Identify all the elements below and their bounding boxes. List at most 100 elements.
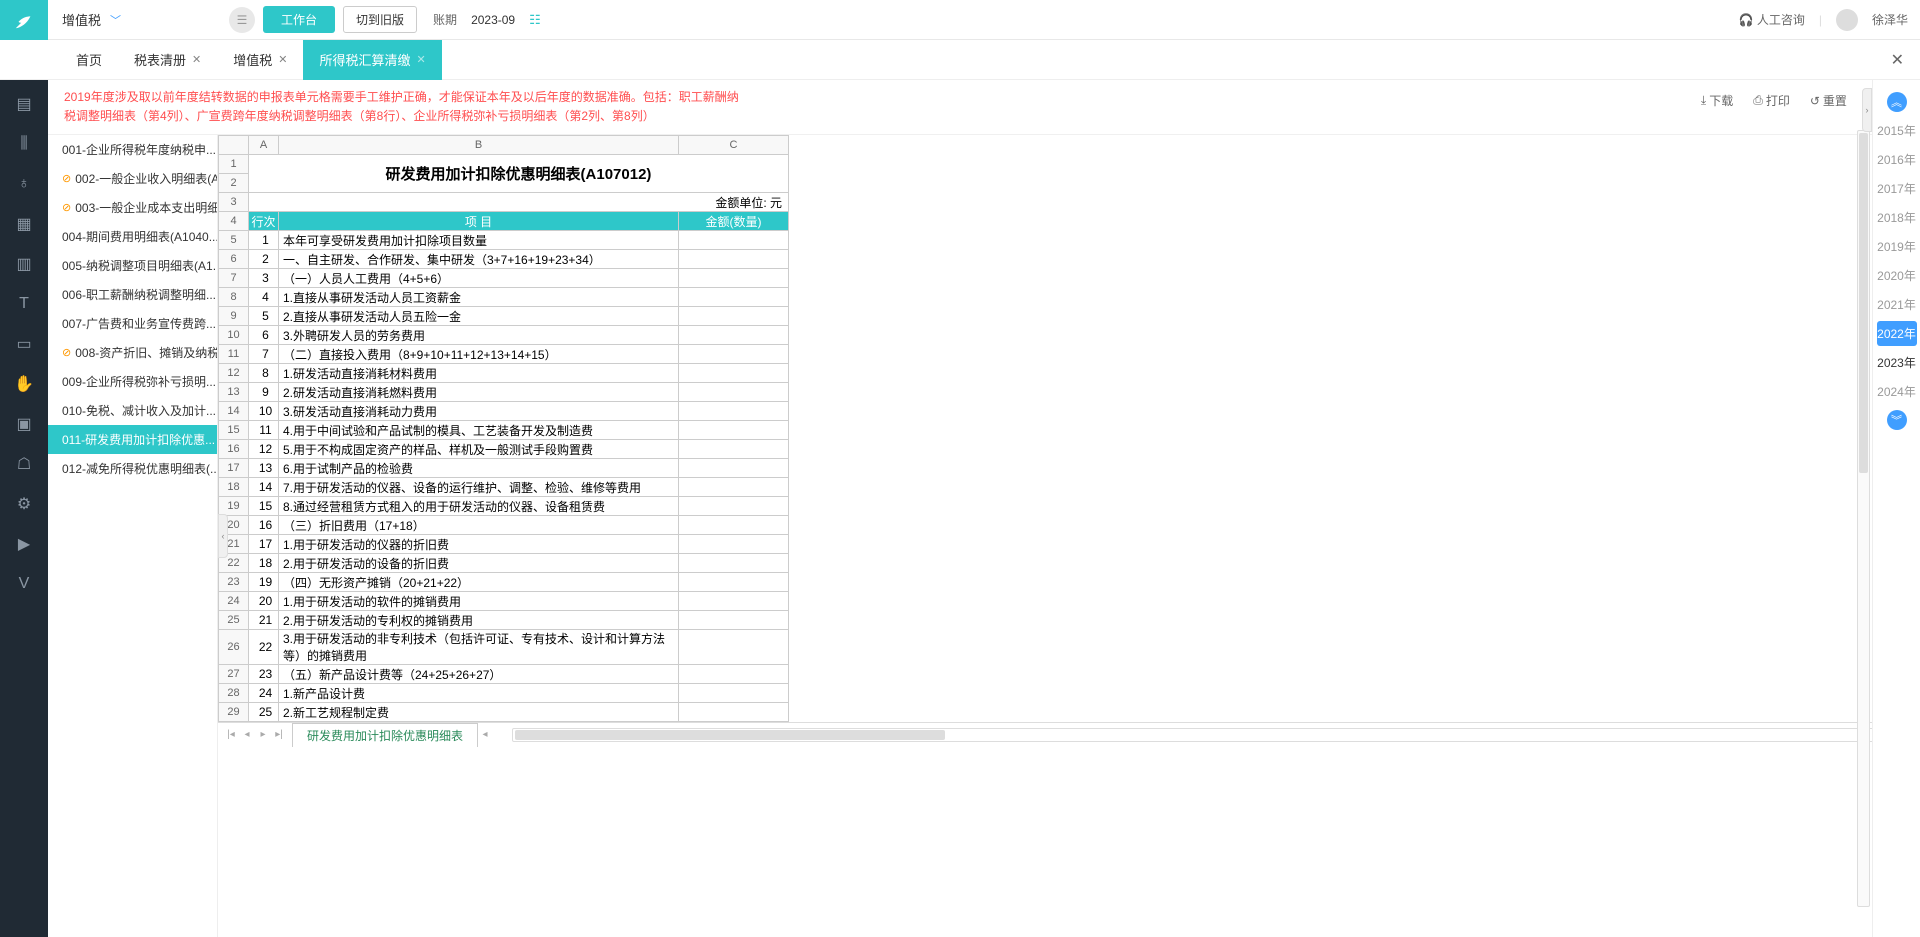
item-cell[interactable]: 1.用于研发活动的软件的摊销费用 (279, 592, 679, 611)
next-sheet-icon[interactable]: ▸ (256, 729, 270, 740)
scroll-up-icon[interactable]: ︽ (1887, 92, 1907, 112)
item-cell[interactable]: 2.直接从事研发活动人员五险一金 (279, 307, 679, 326)
text-icon[interactable]: T (14, 294, 34, 314)
amount-cell[interactable] (679, 703, 789, 722)
last-sheet-icon[interactable]: ▸| (272, 729, 286, 740)
amount-cell[interactable] (679, 516, 789, 535)
amount-cell[interactable] (679, 497, 789, 516)
first-sheet-icon[interactable]: |◂ (224, 729, 238, 740)
tree-item[interactable]: 011-研发费用加计扣除优惠... (48, 425, 217, 454)
consult-link[interactable]: 🎧 人工咨询 (1739, 11, 1805, 28)
tab-vat[interactable]: 增值税✕ (217, 40, 303, 80)
amount-cell[interactable] (679, 592, 789, 611)
row-num-cell[interactable]: 23 (249, 665, 279, 684)
spreadsheet[interactable]: ABC 1研发费用加计扣除优惠明细表(A107012) 2 3金额单位: 元 4… (218, 135, 1920, 937)
amount-cell[interactable] (679, 364, 789, 383)
amount-cell[interactable] (679, 250, 789, 269)
tab-home[interactable]: 首页 (60, 40, 118, 80)
item-cell[interactable]: 2.研发活动直接消耗燃料费用 (279, 383, 679, 402)
year-button[interactable]: 2019年 (1877, 234, 1917, 259)
close-icon[interactable]: ✕ (192, 53, 201, 66)
amount-cell[interactable] (679, 288, 789, 307)
year-button[interactable]: 2024年 (1877, 379, 1917, 404)
inbox-icon[interactable]: ☖ (14, 454, 34, 474)
amount-cell[interactable] (679, 383, 789, 402)
amount-cell[interactable] (679, 269, 789, 288)
form-tree-list[interactable]: 001-企业所得税年度纳税申...⊘002-一般企业收入明细表(A...⊘003… (48, 135, 218, 937)
amount-cell[interactable] (679, 684, 789, 703)
col-b-header[interactable]: B (279, 136, 679, 155)
row-num-cell[interactable]: 8 (249, 364, 279, 383)
row-num-cell[interactable]: 16 (249, 516, 279, 535)
doc-icon[interactable]: ▤ (14, 94, 34, 114)
expand-right-handle[interactable]: › (1862, 88, 1872, 132)
video-icon[interactable]: ▶ (14, 534, 34, 554)
switch-old-button[interactable]: 切到旧版 (343, 6, 417, 33)
year-button[interactable]: 2016年 (1877, 147, 1917, 172)
amount-cell[interactable] (679, 459, 789, 478)
tab-income-tax[interactable]: 所得税汇算清缴✕ (303, 40, 441, 80)
item-cell[interactable]: （三）折旧费用（17+18） (279, 516, 679, 535)
row-num-cell[interactable]: 19 (249, 573, 279, 592)
item-cell[interactable]: 3.研发活动直接消耗动力费用 (279, 402, 679, 421)
active-sheet-tab[interactable]: 研发费用加计扣除优惠明细表 (292, 723, 478, 747)
amount-cell[interactable] (679, 535, 789, 554)
row-num-cell[interactable]: 11 (249, 421, 279, 440)
tree-item[interactable]: 005-纳税调整项目明细表(A1... (48, 251, 217, 280)
item-cell[interactable]: 2.新工艺规程制定费 (279, 703, 679, 722)
item-cell[interactable]: 一、自主研发、合作研发、集中研发（3+7+16+19+23+34） (279, 250, 679, 269)
print-button[interactable]: ⎙ 打印 (1753, 92, 1790, 109)
year-button[interactable]: 2017年 (1877, 176, 1917, 201)
vertical-scrollbar[interactable] (1857, 130, 1870, 907)
item-cell[interactable]: 5.用于不构成固定资产的样品、样机及一般测试手段购置费 (279, 440, 679, 459)
username[interactable]: 徐泽华 (1872, 11, 1908, 28)
tax-type-dropdown[interactable]: 增值税 ﹀ (62, 10, 101, 29)
year-button[interactable]: 2023年 (1877, 350, 1917, 375)
item-cell[interactable]: 6.用于试制产品的检验费 (279, 459, 679, 478)
reset-button[interactable]: ↺ 重置 (1810, 92, 1847, 109)
tab-tax-list[interactable]: 税表清册✕ (118, 40, 217, 80)
tree-item[interactable]: 004-期间费用明细表(A1040... (48, 222, 217, 251)
tree-item[interactable]: 006-职工薪酬纳税调整明细... (48, 280, 217, 309)
year-button[interactable]: 2020年 (1877, 263, 1917, 288)
row-num-cell[interactable]: 7 (249, 345, 279, 364)
col-a-header[interactable]: A (249, 136, 279, 155)
row-num-cell[interactable]: 21 (249, 611, 279, 630)
col-c-header[interactable]: C (679, 136, 789, 155)
amount-cell[interactable] (679, 440, 789, 459)
item-cell[interactable]: （五）新产品设计费等（24+25+26+27） (279, 665, 679, 684)
item-cell[interactable]: 7.用于研发活动的仪器、设备的运行维护、调整、检验、维修等费用 (279, 478, 679, 497)
row-num-cell[interactable]: 3 (249, 269, 279, 288)
row-num-cell[interactable]: 15 (249, 497, 279, 516)
collapse-handle[interactable]: ‹ (218, 514, 228, 558)
chart-icon[interactable]: ⫼ (14, 134, 34, 154)
item-cell[interactable]: 2.用于研发活动的设备的折旧费 (279, 554, 679, 573)
row-num-cell[interactable]: 25 (249, 703, 279, 722)
tree-item[interactable]: 001-企业所得税年度纳税申... (48, 135, 217, 164)
row-num-cell[interactable]: 22 (249, 630, 279, 665)
amount-cell[interactable] (679, 421, 789, 440)
report-icon[interactable]: ▥ (14, 254, 34, 274)
amount-cell[interactable] (679, 573, 789, 592)
row-num-cell[interactable]: 14 (249, 478, 279, 497)
tree-item[interactable]: ⊘002-一般企业收入明细表(A... (48, 164, 217, 193)
period-value[interactable]: 2023-09 (471, 13, 515, 27)
avatar[interactable] (1836, 9, 1858, 31)
hand-icon[interactable]: ✋ (14, 374, 34, 394)
gear-icon[interactable]: ⚙ (14, 494, 34, 514)
item-cell[interactable]: （一）人员人工费用（4+5+6） (279, 269, 679, 288)
doc-icon-button[interactable]: ☰ (229, 7, 255, 33)
tree-item[interactable]: 010-免税、减计收入及加计... (48, 396, 217, 425)
row-num-cell[interactable]: 4 (249, 288, 279, 307)
amount-cell[interactable] (679, 611, 789, 630)
tree-item[interactable]: 007-广告费和业务宣传费跨... (48, 309, 217, 338)
row-num-cell[interactable]: 10 (249, 402, 279, 421)
year-button[interactable]: 2018年 (1877, 205, 1917, 230)
calendar-icon[interactable]: ☷ (529, 12, 541, 28)
item-cell[interactable]: 本年可享受研发费用加计扣除项目数量 (279, 231, 679, 250)
close-icon[interactable]: ✕ (278, 53, 287, 66)
clipboard-icon[interactable]: ▦ (14, 214, 34, 234)
row-num-cell[interactable]: 17 (249, 535, 279, 554)
row-num-cell[interactable]: 13 (249, 459, 279, 478)
close-all-icon[interactable]: ✕ (1891, 50, 1904, 70)
